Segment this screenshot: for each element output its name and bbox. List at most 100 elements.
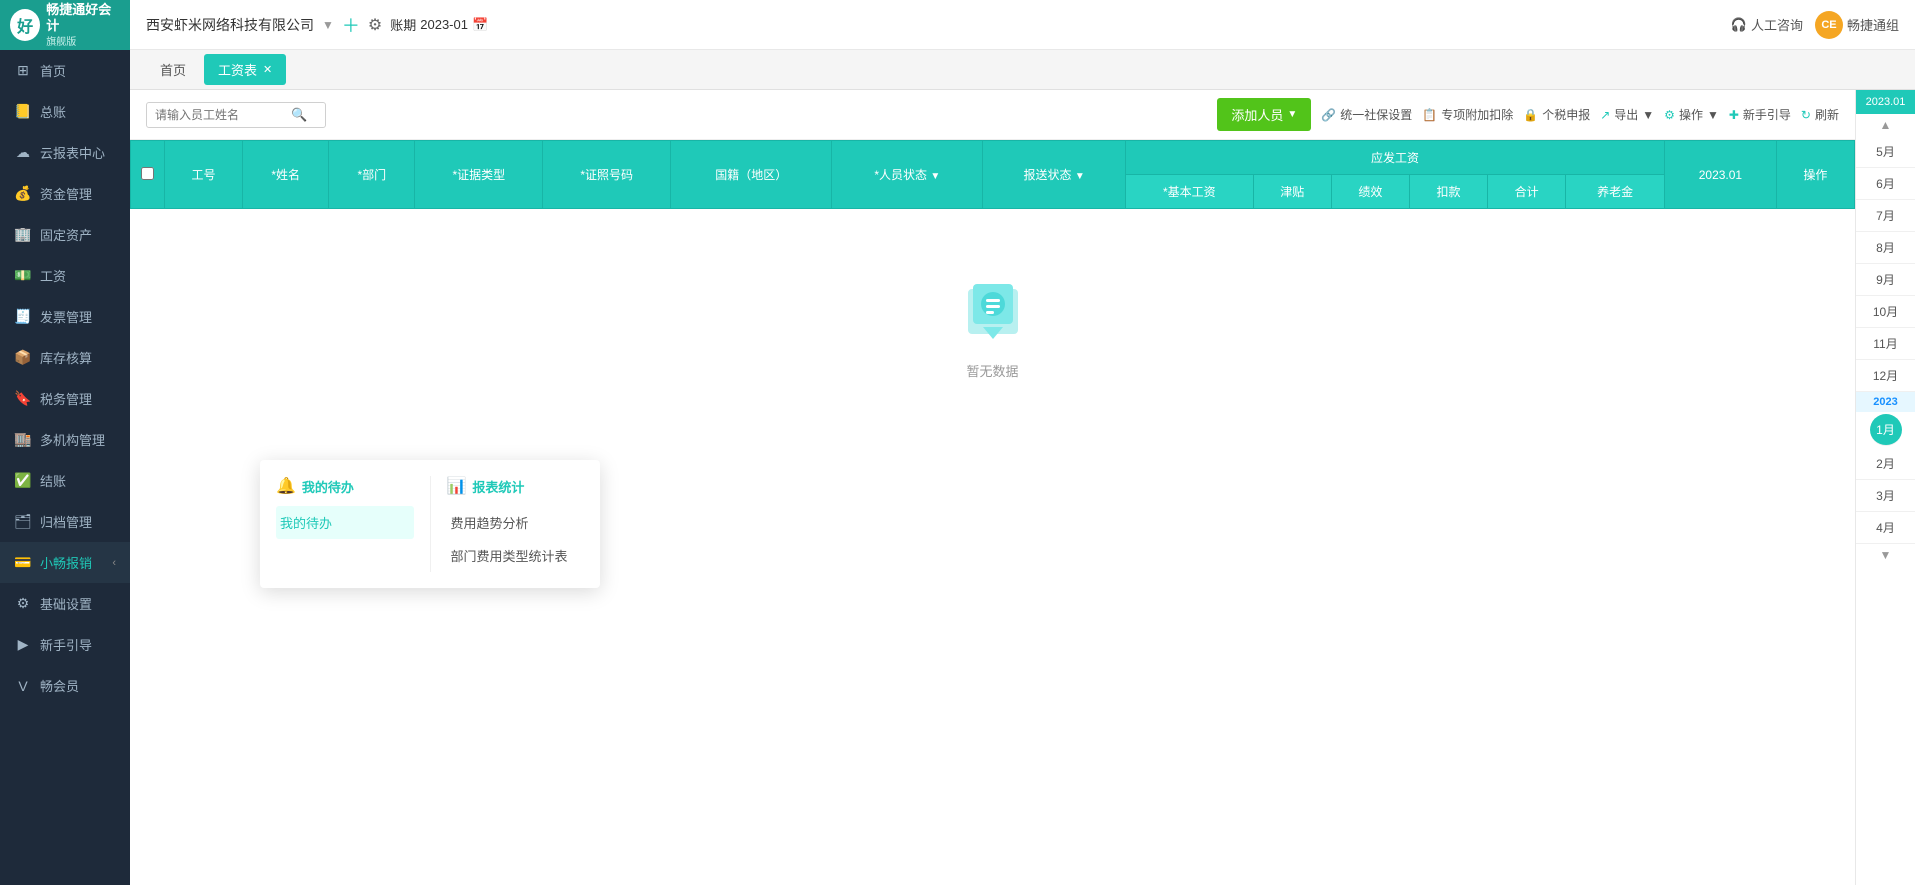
content-area: 🔍 添加人员 ▼ 🔗 统一社保设置 📋 专项附加扣除 <box>130 90 1915 885</box>
tax-report-action[interactable]: 🔒 个税申报 <box>1523 106 1590 123</box>
col-name: *姓名 <box>243 141 329 209</box>
col-report-status: 报送状态 ▼ <box>983 141 1126 209</box>
special-deduction-action[interactable]: 📋 专项附加扣除 <box>1422 106 1513 123</box>
empty-state-cell: 暂无数据 <box>131 209 1855 441</box>
calendar-icon[interactable]: 📅 <box>472 17 488 33</box>
fixed-assets-icon: 🏢 <box>14 226 32 243</box>
search-input[interactable] <box>155 108 285 122</box>
popup-item-cost-trend[interactable]: 费用趋势分析 <box>447 506 585 539</box>
new-guide-icon: ✚ <box>1729 108 1739 122</box>
popup-item-dept-cost[interactable]: 部门费用类型统计表 <box>447 539 585 572</box>
popup-item-my-todo[interactable]: 我的待办 <box>276 506 414 539</box>
month-item-6[interactable]: 6月 <box>1856 168 1915 200</box>
company-settings-icon[interactable]: ⚙ <box>368 15 382 35</box>
empty-state: 暂无数据 <box>131 209 1855 440</box>
inventory-icon: 📦 <box>14 349 32 366</box>
add-company-button[interactable]: ＋ <box>342 12 360 38</box>
filter-icon[interactable]: ▼ <box>930 171 940 182</box>
month-item-3[interactable]: 3月 <box>1856 480 1915 512</box>
sidebar-item-tax[interactable]: 🔖 税务管理 <box>0 378 130 419</box>
sidebar-item-salary[interactable]: 💵 工资 <box>0 255 130 296</box>
sidebar-item-invoice[interactable]: 🧾 发票管理 <box>0 296 130 337</box>
collapse-arrow: ‹ <box>112 557 116 569</box>
checkbox-all[interactable] <box>141 167 154 180</box>
main-area: 西安虾米网络科技有限公司 ▼ ＋ ⚙ 账期 2023-01 📅 🎧 人工咨询 C… <box>130 0 1915 885</box>
month-item-12[interactable]: 12月 <box>1856 360 1915 392</box>
sidebar-item-guide[interactable]: ▶ 新手引导 <box>0 624 130 665</box>
month-item-11[interactable]: 11月 <box>1856 328 1915 360</box>
settle-icon: ✅ <box>14 472 32 489</box>
sub-col-total: 合计 <box>1488 175 1566 209</box>
sub-col-pension: 养老金 <box>1566 175 1665 209</box>
month-item-7[interactable]: 7月 <box>1856 200 1915 232</box>
search-icon[interactable]: 🔍 <box>291 107 307 123</box>
month-item-5[interactable]: 5月 <box>1856 136 1915 168</box>
col-region: 国籍（地区） <box>671 141 832 209</box>
reports-section-icon: 📊 <box>447 476 467 496</box>
popup-divider <box>430 476 431 572</box>
tabbar: 首页 工资表 ✕ <box>130 50 1915 90</box>
topbar-right: 🎧 人工咨询 CE 畅捷通组 <box>1731 11 1899 39</box>
sidebar-item-archive[interactable]: 🗂 归档管理 <box>0 501 130 542</box>
export-icon: ↗ <box>1600 108 1610 122</box>
month-scroll-up[interactable]: ▲ <box>1856 114 1915 136</box>
operate-action[interactable]: ⚙ 操作 ▼ <box>1664 106 1719 123</box>
member-icon: V <box>14 678 32 694</box>
sidebar-item-ledger[interactable]: 📒 总账 <box>0 91 130 132</box>
special-deduction-icon: 📋 <box>1422 108 1437 122</box>
month-item-9[interactable]: 9月 <box>1856 264 1915 296</box>
basic-icon: ⚙ <box>14 595 32 612</box>
sidebar-item-member[interactable]: V 畅会员 <box>0 665 130 706</box>
empty-icon <box>953 269 1033 349</box>
sidebar-item-settle[interactable]: ✅ 结账 <box>0 460 130 501</box>
select-all-checkbox[interactable] <box>131 141 165 209</box>
tab-home[interactable]: 首页 <box>146 54 200 85</box>
tax-icon: 🔖 <box>14 390 32 407</box>
sub-col-performance: 绩效 <box>1331 175 1409 209</box>
sidebar-item-basic[interactable]: ⚙ 基础设置 <box>0 583 130 624</box>
invoice-icon: 🧾 <box>14 308 32 325</box>
social-security-action[interactable]: 🔗 统一社保设置 <box>1321 106 1412 123</box>
col-number: 工号 <box>165 141 243 209</box>
month-panel: 2023.01 ▲ 5月 6月 7月 8月 9月 10月 11月 12月 202… <box>1855 90 1915 885</box>
tab-close-salary[interactable]: ✕ <box>263 63 272 76</box>
social-security-icon: 🔗 <box>1321 108 1336 122</box>
sidebar-item-home[interactable]: ⊞ 首页 <box>0 50 130 91</box>
month-item-1[interactable]: 1月 <box>1870 414 1902 446</box>
sidebar-item-multi-org[interactable]: 🏬 多机构管理 <box>0 419 130 460</box>
export-action[interactable]: ↗ 导出 ▼ <box>1600 106 1654 123</box>
sidebar: 好 畅捷通好会计 旗舰版 ⊞ 首页 📒 总账 ☁ 云报表中心 💰 资金管理 🏢 … <box>0 0 130 885</box>
company-name: 西安虾米网络科技有限公司 <box>146 15 314 35</box>
col-operate: 操作 <box>1776 141 1854 209</box>
guide-icon: ▶ <box>14 636 32 653</box>
popup-menu: 🔔 我的待办 我的待办 📊 报表统计 费用趋势分析 部门费用类型统计表 <box>260 460 600 588</box>
sidebar-item-cloud-reports[interactable]: ☁ 云报表中心 <box>0 132 130 173</box>
topbar: 西安虾米网络科技有限公司 ▼ ＋ ⚙ 账期 2023-01 📅 🎧 人工咨询 C… <box>130 0 1915 50</box>
month-item-2[interactable]: 2月 <box>1856 448 1915 480</box>
company-dropdown-arrow[interactable]: ▼ <box>322 18 334 32</box>
support-button[interactable]: 🎧 人工咨询 <box>1731 15 1803 34</box>
add-person-button[interactable]: 添加人员 ▼ <box>1217 98 1311 131</box>
tax-report-icon: 🔒 <box>1523 108 1538 122</box>
sidebar-item-inventory[interactable]: 📦 库存核算 <box>0 337 130 378</box>
empty-text: 暂无数据 <box>966 361 1018 380</box>
report-filter-icon[interactable]: ▼ <box>1075 171 1085 182</box>
funds-icon: 💰 <box>14 185 32 202</box>
col-person-status: *人员状态 ▼ <box>832 141 983 209</box>
home-icon: ⊞ <box>14 62 32 79</box>
sidebar-item-fixed-assets[interactable]: 🏢 固定资产 <box>0 214 130 255</box>
refresh-action[interactable]: ↻ 刷新 <box>1801 106 1839 123</box>
tab-salary[interactable]: 工资表 ✕ <box>204 54 286 85</box>
toolbar-actions: 添加人员 ▼ 🔗 统一社保设置 📋 专项附加扣除 🔒 个税申报 <box>1217 98 1839 131</box>
xiaochang-icon: 💳 <box>14 554 32 571</box>
new-guide-action[interactable]: ✚ 新手引导 <box>1729 106 1791 123</box>
month-item-4[interactable]: 4月 <box>1856 512 1915 544</box>
salary-table: 工号 *姓名 *部门 *证据类型 *证照号码 国籍（地区） *人员状态 ▼ <box>130 140 1855 440</box>
month-scroll-down[interactable]: ▼ <box>1856 544 1915 566</box>
sidebar-item-funds[interactable]: 💰 资金管理 <box>0 173 130 214</box>
dropdown-arrow-icon: ▼ <box>1287 109 1297 120</box>
month-item-8[interactable]: 8月 <box>1856 232 1915 264</box>
month-item-10[interactable]: 10月 <box>1856 296 1915 328</box>
sidebar-item-xiaochang[interactable]: 💳 小畅报销 ‹ <box>0 542 130 583</box>
user-area[interactable]: CE 畅捷通组 <box>1815 11 1899 39</box>
